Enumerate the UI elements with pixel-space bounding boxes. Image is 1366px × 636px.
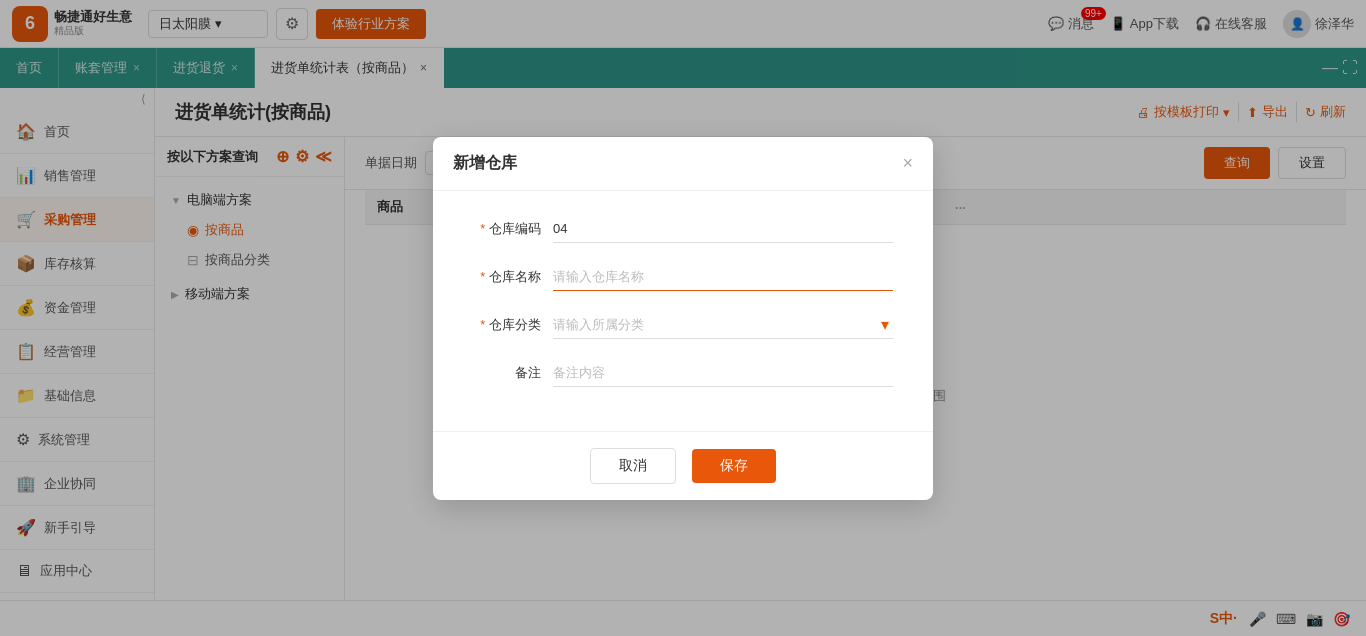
warehouse-name-label: 仓库名称 [473, 268, 553, 286]
warehouse-category-label: 仓库分类 [473, 316, 553, 334]
warehouse-category-select-wrap: 请输入所属分类 [553, 311, 893, 339]
cancel-button[interactable]: 取消 [590, 448, 676, 484]
warehouse-category-row: 仓库分类 请输入所属分类 [473, 311, 893, 339]
dialog-close-button[interactable]: × [902, 153, 913, 174]
warehouse-name-row: 仓库名称 [473, 263, 893, 291]
warehouse-code-row: 仓库编码 [473, 215, 893, 243]
dialog-footer: 取消 保存 [433, 431, 933, 500]
warehouse-code-input[interactable] [553, 215, 893, 243]
warehouse-category-select[interactable]: 请输入所属分类 [553, 311, 893, 338]
dialog-header: 新增仓库 × [433, 137, 933, 191]
warehouse-name-input[interactable] [553, 263, 893, 291]
warehouse-note-row: 备注 [473, 359, 893, 387]
warehouse-note-label: 备注 [473, 364, 553, 382]
new-warehouse-dialog: 新增仓库 × 仓库编码 仓库名称 仓库分类 请输入所属分类 [433, 137, 933, 500]
warehouse-code-label: 仓库编码 [473, 220, 553, 238]
save-button[interactable]: 保存 [692, 449, 776, 483]
warehouse-note-input[interactable] [553, 359, 893, 387]
dialog-body: 仓库编码 仓库名称 仓库分类 请输入所属分类 备注 [433, 191, 933, 431]
dialog-title: 新增仓库 [453, 153, 517, 174]
modal-overlay: 新增仓库 × 仓库编码 仓库名称 仓库分类 请输入所属分类 [0, 0, 1366, 636]
